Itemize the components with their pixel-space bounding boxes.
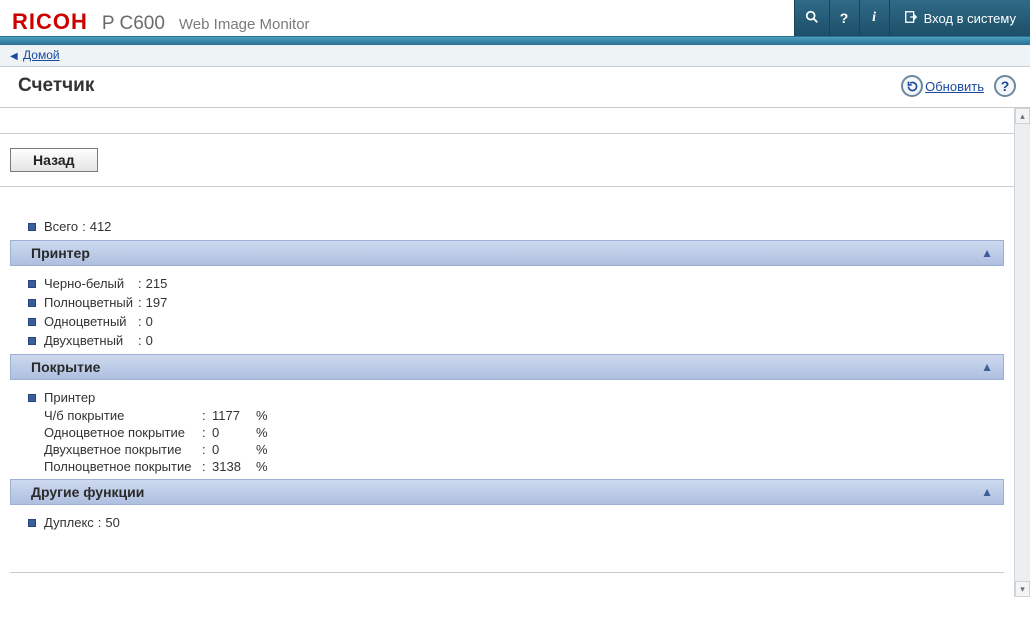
coverage-group-label-row: Принтер [10,388,1004,407]
counter-label: Черно-белый [44,276,134,291]
counter-label: Одноцветный [44,314,134,329]
section-head-printer: Принтер ▲ [10,240,1004,266]
info-button[interactable]: i [859,0,889,36]
search-icon [805,10,819,27]
coverage-group: Принтер Ч/б покрытие : 1177 % Одноцветно… [0,388,1014,475]
coverage-unit: % [256,408,274,423]
other-group: Дуплекс : 50 [0,513,1014,532]
total-row: Всего : 412 [10,217,1004,236]
info-icon: i [872,10,876,26]
coverage-label: Двухцветное покрытие [44,442,202,457]
login-button[interactable]: Вход в систему [889,0,1030,36]
coverage-value: 3138 [212,459,256,474]
back-row: Назад [0,138,1014,187]
brand-logo: RICOH [12,9,88,35]
section-title-other: Другие функции [31,484,144,500]
refresh-button[interactable]: Обновить [901,75,984,97]
breadcrumb-caret-icon: ◀ [10,51,18,62]
section-head-other: Другие функции ▲ [10,479,1004,505]
refresh-label: Обновить [925,79,984,94]
counter-label: Двухцветный [44,333,134,348]
total-group: Всего : 412 [0,217,1014,236]
breadcrumb-home-link[interactable]: Домой [23,48,60,62]
coverage-row: Одноцветное покрытие : 0 % [10,424,1004,441]
collapse-toggle-printer[interactable]: ▲ [981,246,993,260]
bullet-icon [28,223,36,231]
refresh-icon [901,75,923,97]
bullet-icon [28,280,36,288]
scroll-up-arrow-icon[interactable]: ▴ [1015,108,1030,124]
device-model: P C600 [102,13,165,35]
coverage-label: Одноцветное покрытие [44,425,202,440]
coverage-label: Ч/б покрытие [44,408,202,423]
collapse-toggle-other[interactable]: ▲ [981,485,993,499]
counter-value: 215 [146,276,168,291]
counter-row: Полноцветный : 197 [10,293,1004,312]
bullet-icon [28,337,36,345]
title-actions: Обновить ? [901,75,1016,97]
counter-value: 0 [146,333,153,348]
question-icon: ? [1001,78,1010,94]
back-button[interactable]: Назад [10,148,98,172]
login-label: Вход в систему [924,11,1016,26]
scroll-down-arrow-icon[interactable]: ▾ [1015,581,1030,597]
help-icon: ? [840,10,849,26]
login-icon [904,10,918,27]
top-toolbar: ? i Вход в систему [794,0,1030,36]
collapse-toggle-coverage[interactable]: ▲ [981,360,993,374]
counter-label: Полноцветный [44,295,134,310]
help-button[interactable]: ? [829,0,859,36]
bullet-icon [28,318,36,326]
search-button[interactable] [794,0,829,36]
counter-value: 50 [105,515,119,530]
counter-value: 0 [146,314,153,329]
coverage-value: 1177 [212,408,256,423]
coverage-group-label: Принтер [44,390,95,405]
counter-row: Одноцветный : 0 [10,312,1004,331]
content-area: Назад Всего : 412 Принтер ▲ Черно-белый … [0,108,1014,597]
counter-row: Дуплекс : 50 [10,513,1004,532]
total-value: 412 [90,219,112,234]
coverage-row: Полноцветное покрытие : 3138 % [10,458,1004,475]
section-title-printer: Принтер [31,245,90,261]
coverage-label: Полноцветное покрытие [44,459,202,474]
page-title-row: Счетчик Обновить ? [0,67,1030,108]
total-label: Всего [44,219,78,234]
bullet-icon [28,299,36,307]
coverage-unit: % [256,442,274,457]
brand-block: RICOH P C600 Web Image Monitor [12,9,310,35]
coverage-value: 0 [212,442,256,457]
page-title: Счетчик [18,75,94,97]
breadcrumb: ◀ Домой [0,44,1030,67]
vertical-scrollbar[interactable]: ▴ ▾ [1014,108,1030,597]
counter-row: Двухцветный : 0 [10,331,1004,350]
counter-value: 197 [146,295,168,310]
coverage-unit: % [256,425,274,440]
bullet-icon [28,394,36,402]
counter-row: Черно-белый : 215 [10,274,1004,293]
app-subtitle: Web Image Monitor [179,16,310,33]
colon: : [78,219,90,234]
bottom-divider [10,572,1004,573]
printer-counters: Черно-белый : 215 Полноцветный : 197 Одн… [0,274,1014,350]
bullet-icon [28,519,36,527]
section-head-coverage: Покрытие ▲ [10,354,1004,380]
coverage-row: Двухцветное покрытие : 0 % [10,441,1004,458]
coverage-row: Ч/б покрытие : 1177 % [10,407,1004,424]
counter-label: Дуплекс [44,515,94,530]
coverage-unit: % [256,459,274,474]
page-help-button[interactable]: ? [994,75,1016,97]
top-header: RICOH P C600 Web Image Monitor ? i Вход … [0,0,1030,44]
coverage-value: 0 [212,425,256,440]
section-title-coverage: Покрытие [31,359,100,375]
